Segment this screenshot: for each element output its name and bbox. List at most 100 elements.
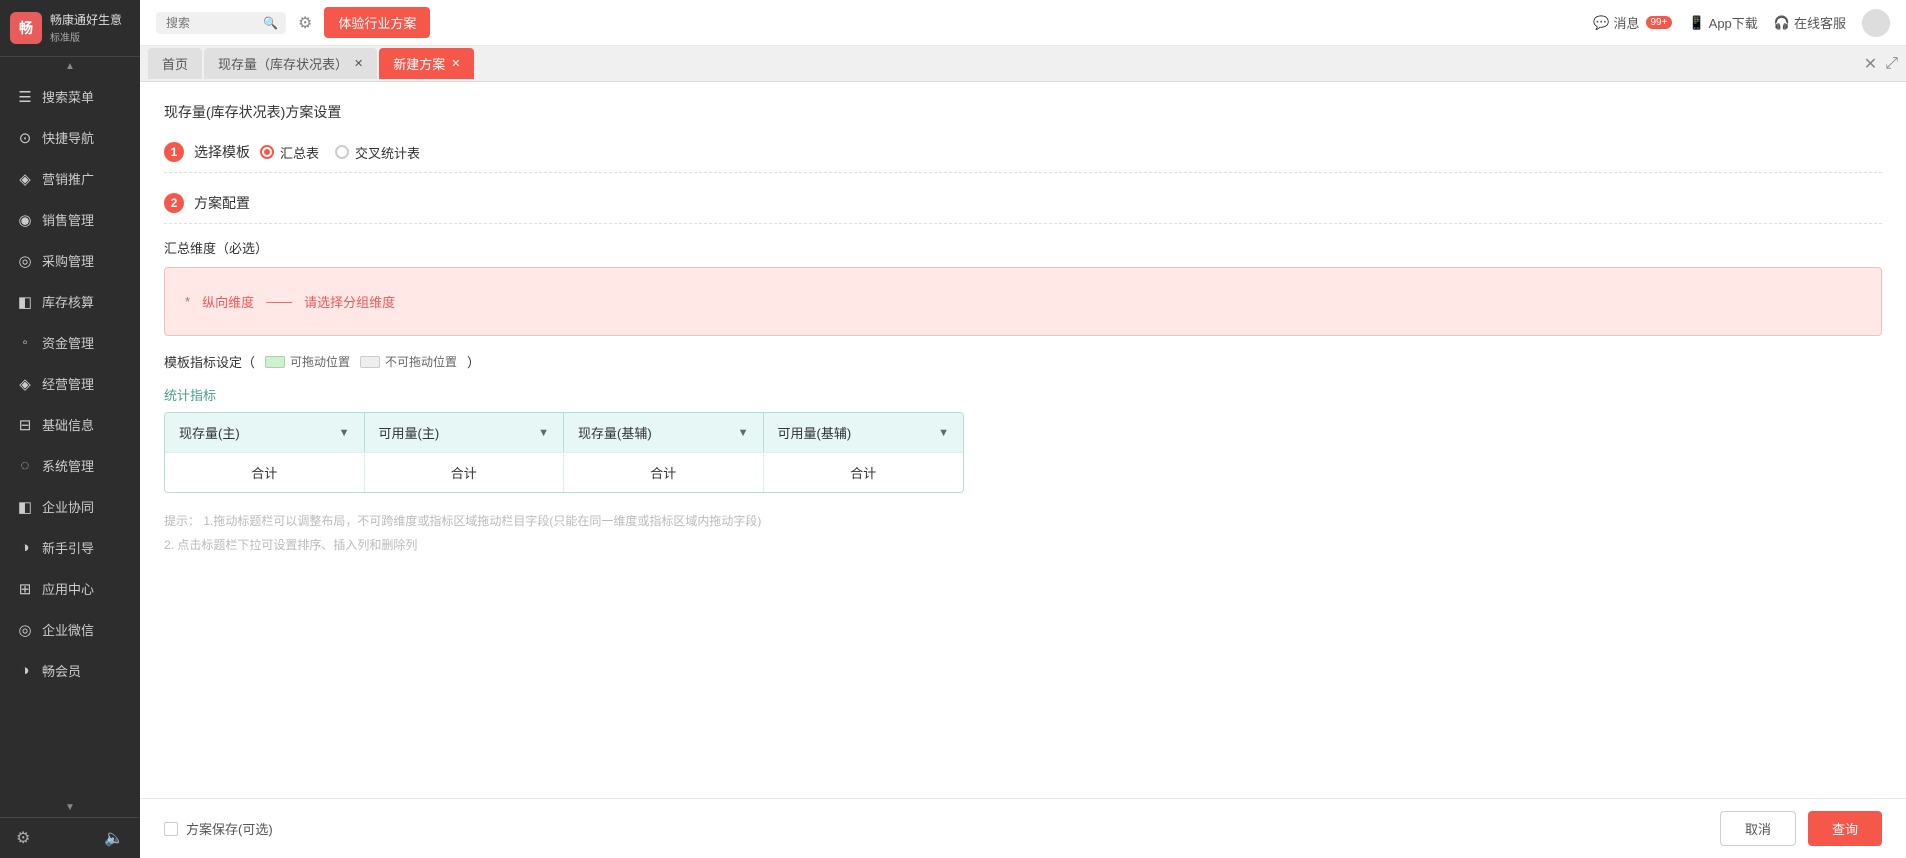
purchase-icon: ◎ [16,252,34,270]
expand-panel-button[interactable]: ⤢ [1885,55,1898,73]
tab-home-label: 首页 [162,54,188,73]
sidebar-item-purchase[interactable]: ◎ 采购管理 [0,240,140,281]
section1-number: 1 [164,142,184,162]
sidebar-item-new-guide[interactable]: ◑ 新手引导 [0,527,140,568]
message-icon: 💬 [1593,15,1609,31]
stats-header-cell-0[interactable]: 现存量(主) ▼ [165,413,365,452]
sidebar-item-label: 搜索菜单 [42,87,94,106]
headset-icon: 🎧 [1774,15,1790,31]
sidebar-item-enterprise[interactable]: ◧ 企业协同 [0,486,140,527]
bottom-bar: 方案保存(可选) 取消 查询 [140,798,1906,858]
sidebar-item-member[interactable]: ◑ 畅会员 [0,650,140,691]
stats-header-label-2: 现存量(基辅) [578,423,652,442]
stats-label: 统计指标 [164,385,1882,404]
topbar-right: 💬 消息 99+ 📱 App下载 🎧 在线客服 [1593,9,1890,37]
tips-item-1: 2. 点击标题栏下拉可设置排序、插入列和删除列 [164,538,417,552]
stats-header-cell-1[interactable]: 可用量(主) ▼ [365,413,565,452]
dimension-placeholder[interactable]: 请选择分组维度 [304,292,395,311]
draggable-label: 可拖动位置 [290,353,350,370]
template-settings: 模板指标设定（ 可拖动位置 不可拖动位置 ） [164,352,1882,371]
logo-edition: 标准版 [50,29,122,44]
stats-header-cell-3[interactable]: 可用量(基辅) ▼ [764,413,964,452]
tab-new-scheme[interactable]: 新建方案 ✕ [379,48,474,79]
cancel-button[interactable]: 取消 [1720,811,1796,846]
header-arrow-2: ▼ [738,427,749,439]
tips-area: 提示： 1.拖动标题栏可以调整布局，不可跨维度或指标区域拖动栏目字段(只能在同一… [164,509,1882,557]
settings-bottom-icon[interactable]: ⚙ [16,828,30,848]
message-label: 消息 [1613,13,1639,32]
template-settings-suffix: ） [467,352,480,371]
search-menu-icon: ☰ [16,88,34,106]
section-choose-template: 1 选择模板 汇总表 交叉统计表 [164,142,1882,173]
template-radio-group: 汇总表 交叉统计表 [260,143,420,162]
tips-title: 提示： [164,514,200,528]
sidebar-item-marketing[interactable]: ◈ 营销推广 [0,158,140,199]
app-download-label: App下载 [1709,13,1758,32]
not-draggable-legend-box [360,356,380,368]
radio-summary[interactable]: 汇总表 [260,143,319,162]
header-arrow-3: ▼ [938,427,949,439]
online-service-label: 在线客服 [1794,13,1846,32]
sidebar-item-wechat[interactable]: ◎ 企业微信 [0,609,140,650]
radio-summary-circle [260,145,274,159]
inventory-icon: ◧ [16,293,34,311]
new-guide-icon: ◑ [16,539,34,556]
dimension-required: * [185,294,190,309]
sidebar-item-label: 畅会员 [42,661,81,680]
section1-header: 1 选择模板 汇总表 交叉统计表 [164,142,1882,173]
tab-new-scheme-close-icon[interactable]: ✕ [451,57,460,70]
sidebar-item-label: 营销推广 [42,169,94,188]
system-icon: ◌ [16,457,34,474]
stats-data-cell-0-2: 合计 [564,453,764,492]
sidebar-item-app[interactable]: ⊞ 应用中心 [0,568,140,609]
tabbar-right: ✕ ⤢ [1864,54,1906,74]
sidebar-item-system[interactable]: ◌ 系统管理 [0,445,140,486]
stats-header-cell-2[interactable]: 现存量(基辅) ▼ [564,413,764,452]
tab-new-scheme-label: 新建方案 [393,54,445,73]
query-button[interactable]: 查询 [1808,811,1882,846]
topbar-settings-icon[interactable]: ⚙ [298,13,312,33]
tab-inventory-close-icon[interactable]: ✕ [354,57,363,70]
sidebar-item-operations[interactable]: ◈ 经营管理 [0,363,140,404]
tab-inventory-status[interactable]: 现存量（库存状况表） ✕ [204,48,377,79]
sidebar-item-finance[interactable]: ◦ 资金管理 [0,322,140,363]
sidebar-item-label: 应用中心 [42,579,94,598]
close-panel-button[interactable]: ✕ [1864,54,1877,74]
stats-data-row-0: 合计 合计 合计 合计 [165,452,963,492]
section2-number: 2 [164,193,184,213]
finance-icon: ◦ [16,334,34,351]
stats-table: 现存量(主) ▼ 可用量(主) ▼ 现存量(基辅) ▼ 可用量(基辅) [164,412,964,493]
trial-button[interactable]: 体验行业方案 [324,7,430,38]
sidebar-item-sales[interactable]: ◉ 销售管理 [0,199,140,240]
sidebar-item-inventory[interactable]: ◧ 库存核算 [0,281,140,322]
tab-inventory-label: 现存量（库存状况表） [218,54,348,73]
sidebar-item-label: 企业协同 [42,497,94,516]
section2-title: 方案配置 [194,193,250,213]
sidebar-scroll-up[interactable]: ▲ [0,57,140,76]
header-arrow-0: ▼ [339,427,350,439]
operations-icon: ◈ [16,375,34,393]
sidebar-item-basic[interactable]: ⊟ 基础信息 [0,404,140,445]
online-service-item[interactable]: 🎧 在线客服 [1774,13,1846,32]
app-download-item[interactable]: 📱 App下载 [1688,13,1757,32]
sidebar-scroll-down[interactable]: ▼ [0,798,140,817]
legend-draggable: 可拖动位置 [265,353,350,370]
sidebar-item-label: 系统管理 [42,456,94,475]
stats-header-label-1: 可用量(主) [379,423,440,442]
sidebar-item-label: 企业微信 [42,620,94,639]
dimension-inner: * 纵向维度 —— 请选择分组维度 [185,292,1861,311]
message-item[interactable]: 💬 消息 99+ [1593,13,1672,32]
user-avatar[interactable] [1862,9,1890,37]
sound-icon[interactable]: 🔈 [104,828,124,848]
sidebar-item-label: 采购管理 [42,251,94,270]
tab-home[interactable]: 首页 [148,48,202,79]
sidebar-item-search-menu[interactable]: ☰ 搜索菜单 [0,76,140,117]
sidebar-item-quick-nav[interactable]: ⊙ 快捷导航 [0,117,140,158]
save-option-label: 方案保存(可选) [186,819,273,838]
save-checkbox[interactable] [164,822,178,836]
sidebar-item-label: 快捷导航 [42,128,94,147]
section-scheme-config: 2 方案配置 汇总维度（必选） * 纵向维度 —— 请选择分组维度 模板 [164,193,1882,557]
phone-icon: 📱 [1688,15,1704,31]
stats-data-cell-0-1: 合计 [365,453,565,492]
radio-cross[interactable]: 交叉统计表 [335,143,420,162]
